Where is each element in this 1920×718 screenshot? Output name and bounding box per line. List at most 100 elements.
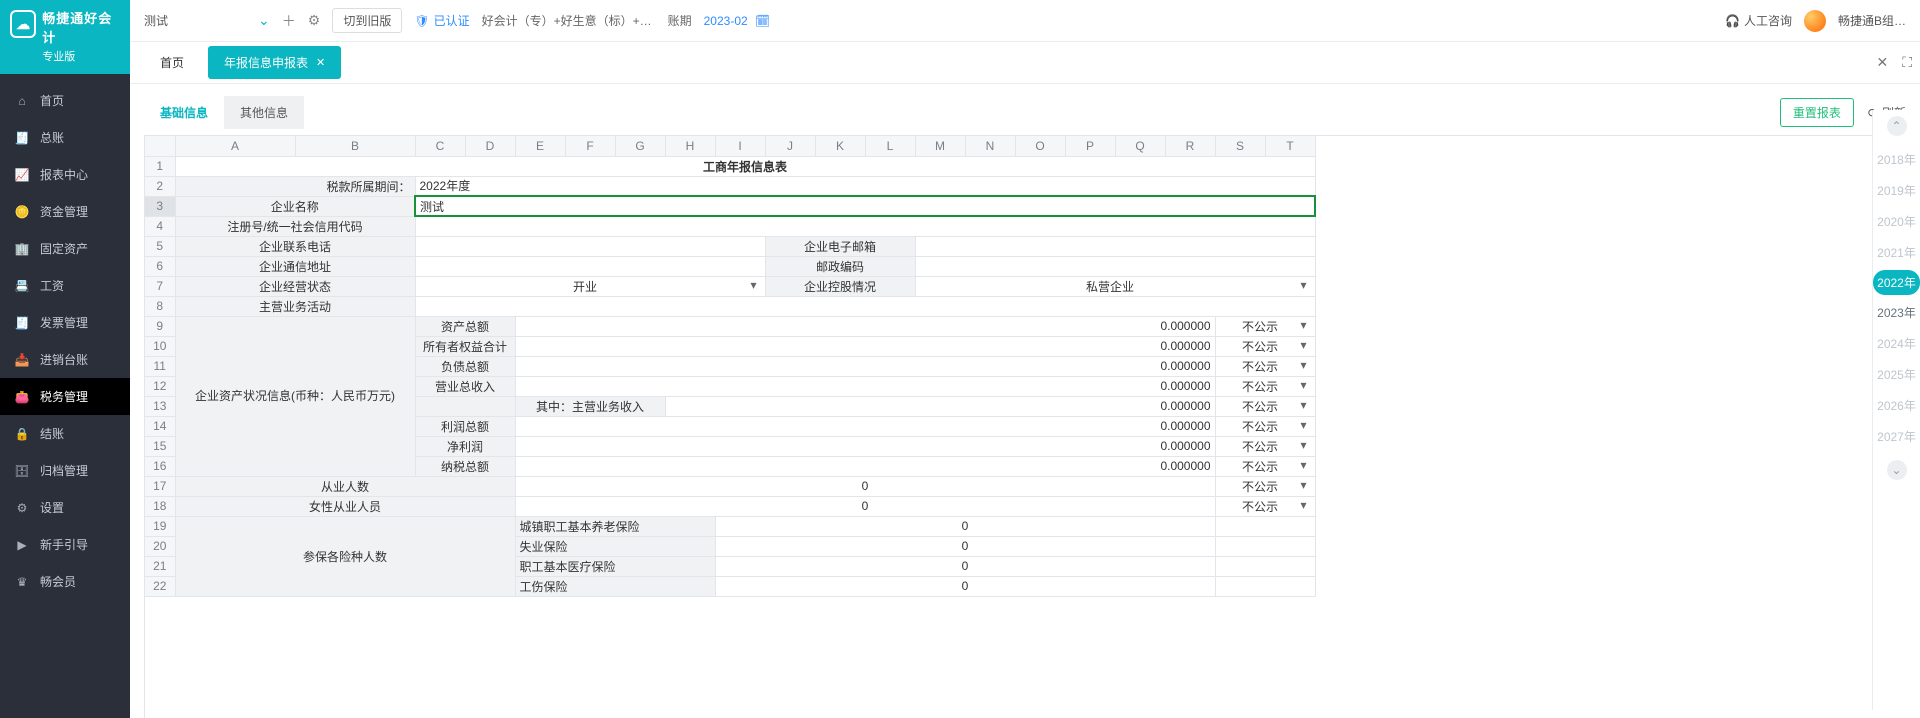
row-header[interactable]: 12: [145, 376, 175, 396]
col-header[interactable]: M: [915, 136, 965, 156]
year-item[interactable]: 2019年: [1877, 175, 1916, 206]
col-header[interactable]: E: [515, 136, 565, 156]
col-header[interactable]: L: [865, 136, 915, 156]
sidebar-item[interactable]: 🔒结账: [0, 415, 130, 452]
col-header[interactable]: O: [1015, 136, 1065, 156]
year-item[interactable]: 2024年: [1877, 328, 1916, 359]
fullscreen-icon[interactable]: ⛶: [1902, 54, 1912, 71]
gear-icon[interactable]: ⚙: [308, 12, 321, 29]
col-header[interactable]: B: [295, 136, 415, 156]
row-header[interactable]: 7: [145, 276, 175, 296]
switch-old-version-button[interactable]: 切到旧版: [332, 8, 402, 33]
company-name-cell[interactable]: 测试: [415, 196, 1315, 216]
close-tab-icon[interactable]: ✕: [316, 56, 325, 69]
disclosure-select[interactable]: 不公示: [1215, 416, 1315, 436]
col-header[interactable]: N: [965, 136, 1015, 156]
year-item[interactable]: 2020年: [1877, 206, 1916, 237]
sidebar-item[interactable]: 📈报表中心: [0, 156, 130, 193]
row-header[interactable]: 13: [145, 396, 175, 416]
row-header[interactable]: 21: [145, 556, 175, 576]
year-item[interactable]: 2021年: [1877, 237, 1916, 268]
year-item[interactable]: 2018年: [1877, 144, 1916, 175]
disclosure-select[interactable]: 不公示: [1215, 496, 1315, 516]
tab-annual-report[interactable]: 年报信息申报表 ✕: [208, 46, 341, 79]
certification-badge[interactable]: 🛡 已认证: [414, 12, 469, 29]
row-header[interactable]: 10: [145, 336, 175, 356]
col-header[interactable]: D: [465, 136, 515, 156]
row-header[interactable]: 3: [145, 196, 175, 216]
sidebar-item[interactable]: 🏢固定资产: [0, 230, 130, 267]
sidebar-item[interactable]: 🧾总账: [0, 119, 130, 156]
row-header[interactable]: 20: [145, 536, 175, 556]
period-selector[interactable]: 2023-02 🗓: [704, 14, 771, 28]
col-header[interactable]: G: [615, 136, 665, 156]
reset-report-button[interactable]: 重置报表: [1780, 98, 1854, 127]
col-header[interactable]: F: [565, 136, 615, 156]
support-link[interactable]: 🎧 人工咨询: [1725, 12, 1792, 29]
col-header[interactable]: J: [765, 136, 815, 156]
row-header[interactable]: 1: [145, 156, 175, 176]
row-header[interactable]: 18: [145, 496, 175, 516]
disclosure-select[interactable]: 不公示: [1215, 316, 1315, 336]
sidebar-item[interactable]: 🧾发票管理: [0, 304, 130, 341]
year-item[interactable]: 2023年: [1877, 297, 1916, 328]
year-item[interactable]: 2027年: [1877, 421, 1916, 452]
subtab[interactable]: 其他信息: [224, 96, 304, 129]
business-status-select[interactable]: 开业: [415, 276, 765, 296]
sidebar-item[interactable]: 🗄归档管理: [0, 452, 130, 489]
row-header[interactable]: 5: [145, 236, 175, 256]
disclosure-select[interactable]: 不公示: [1215, 476, 1315, 496]
scroll-years-down-icon[interactable]: ⌄: [1887, 460, 1907, 480]
row-header[interactable]: 15: [145, 436, 175, 456]
col-header[interactable]: P: [1065, 136, 1115, 156]
row-header[interactable]: 19: [145, 516, 175, 536]
tab-home[interactable]: 首页: [144, 46, 200, 79]
disclosure-select[interactable]: 不公示: [1215, 456, 1315, 476]
sidebar-item[interactable]: ▶新手引导: [0, 526, 130, 563]
subtab[interactable]: 基础信息: [144, 96, 224, 129]
col-header[interactable]: H: [665, 136, 715, 156]
disclosure-select[interactable]: 不公示: [1215, 336, 1315, 356]
sidebar-item[interactable]: ⌂首页: [0, 82, 130, 119]
row-header[interactable]: 6: [145, 256, 175, 276]
sidebar-item[interactable]: 📇工资: [0, 267, 130, 304]
row-header[interactable]: 17: [145, 476, 175, 496]
disclosure-select[interactable]: 不公示: [1215, 356, 1315, 376]
disclosure-select[interactable]: 不公示: [1215, 396, 1315, 416]
row-header[interactable]: 11: [145, 356, 175, 376]
col-header[interactable]: R: [1165, 136, 1215, 156]
sidebar-item[interactable]: ♛畅会员: [0, 563, 130, 600]
spreadsheet[interactable]: ABCDEFGHIJKLMNOPQRST1工商年报信息表2税款所属期间：2022…: [144, 135, 1888, 718]
col-header[interactable]: S: [1215, 136, 1265, 156]
holding-type-select[interactable]: 私营企业: [915, 276, 1315, 296]
col-header[interactable]: Q: [1115, 136, 1165, 156]
row-header[interactable]: 4: [145, 216, 175, 236]
col-header[interactable]: T: [1265, 136, 1315, 156]
sidebar-item[interactable]: 👛税务管理: [0, 378, 130, 415]
row-header[interactable]: 2: [145, 176, 175, 196]
col-header[interactable]: I: [715, 136, 765, 156]
sidebar-item[interactable]: ⚙设置: [0, 489, 130, 526]
row-header[interactable]: 14: [145, 416, 175, 436]
scroll-years-up-icon[interactable]: ⌃: [1887, 116, 1907, 136]
disclosure-select[interactable]: 不公示: [1215, 376, 1315, 396]
company-selector[interactable]: 测试 ⌄: [144, 12, 270, 29]
avatar[interactable]: [1804, 10, 1826, 32]
row-header[interactable]: 9: [145, 316, 175, 336]
col-header[interactable]: K: [815, 136, 865, 156]
add-icon[interactable]: ＋: [282, 11, 296, 31]
reg-code-cell[interactable]: [415, 216, 1315, 236]
col-header[interactable]: A: [175, 136, 295, 156]
row-header[interactable]: 22: [145, 576, 175, 596]
close-all-icon[interactable]: ✕: [1876, 54, 1888, 71]
year-item[interactable]: 2025年: [1877, 359, 1916, 390]
row-header[interactable]: 8: [145, 296, 175, 316]
disclosure-select[interactable]: 不公示: [1215, 436, 1315, 456]
col-header[interactable]: C: [415, 136, 465, 156]
support-label: 人工咨询: [1744, 12, 1792, 29]
row-header[interactable]: 16: [145, 456, 175, 476]
sidebar-item[interactable]: 🪙资金管理: [0, 193, 130, 230]
year-active[interactable]: 2022年: [1873, 270, 1920, 295]
year-item[interactable]: 2026年: [1877, 390, 1916, 421]
sidebar-item[interactable]: 📥进销台账: [0, 341, 130, 378]
